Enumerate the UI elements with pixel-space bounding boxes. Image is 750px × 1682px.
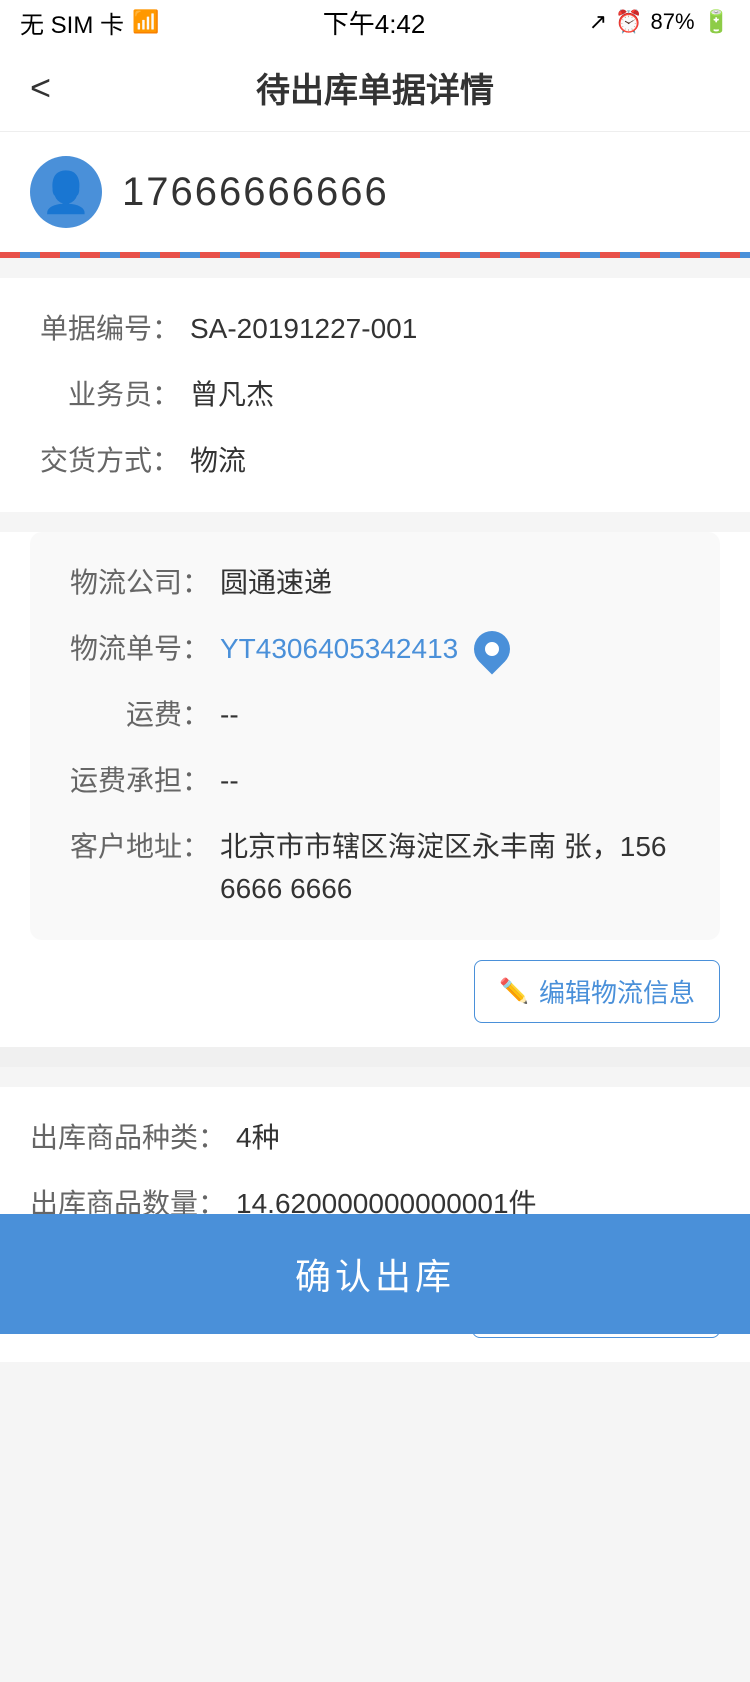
location-status-icon: ↗: [589, 9, 607, 35]
freight-label: 运费：: [60, 694, 220, 736]
tracking-number-row: 物流单号： YT43064053424​13: [60, 628, 690, 670]
logistics-company-row: 物流公司： 圆通速递: [60, 562, 690, 604]
user-phone: 17666666666: [122, 170, 389, 215]
order-number-row: 单据编号： SA-20191227-001: [30, 308, 720, 350]
carrier-label: 无 SIM 卡: [20, 5, 124, 40]
sales-person-value: 曾凡杰: [190, 374, 720, 416]
address-row: 客户地址： 北京市市辖区海淀区永丰南 张，156 6666 6666: [60, 826, 690, 910]
user-header: 👤 17666666666: [0, 132, 750, 252]
status-bar: 无 SIM 卡 📶 下午4:42 ↗ ⏰ 87% 🔋: [0, 0, 750, 44]
address-value: 北京市市辖区海淀区永丰南 张，156 6666 6666: [220, 826, 690, 910]
confirm-outbound-label: 确认出库: [295, 1248, 455, 1300]
battery-label: 87%: [651, 9, 695, 35]
avatar: 👤: [30, 156, 102, 228]
delivery-method-row: 交货方式： 物流: [30, 440, 720, 482]
tracking-number-value-container: YT43064053424​13: [220, 628, 690, 670]
product-types-row: 出库商品种类： 4种: [30, 1117, 720, 1159]
tracking-number-label: 物流单号：: [60, 628, 220, 670]
freight-bearer-value: --: [220, 760, 690, 802]
delivery-method-value: 物流: [190, 440, 720, 482]
delivery-method-label: 交货方式：: [30, 440, 190, 482]
back-button[interactable]: <: [30, 67, 51, 109]
status-right: ↗ ⏰ 87% 🔋: [589, 9, 730, 35]
logistics-company-label: 物流公司：: [60, 562, 220, 604]
product-types-value: 4种: [236, 1117, 720, 1159]
freight-row: 运费： --: [60, 694, 690, 736]
user-icon: 👤: [41, 169, 91, 216]
edit-logistics-label: 编辑物流信息: [539, 973, 695, 1010]
freight-value: --: [220, 694, 690, 736]
freight-bearer-row: 运费承担： --: [60, 760, 690, 802]
edit-logistics-btn-row: ✏️ 编辑物流信息: [0, 940, 750, 1047]
location-icon[interactable]: [467, 624, 518, 675]
sales-person-label: 业务员：: [30, 374, 190, 416]
time-label: 下午4:42: [323, 4, 426, 41]
tracking-number-value: YT43064053424​13: [220, 628, 458, 670]
nav-bar: < 待出库单据详情: [0, 44, 750, 132]
logistics-card: 物流公司： 圆通速递 物流单号： YT43064053424​13 运费： --…: [30, 532, 720, 940]
alarm-icon: ⏰: [615, 9, 642, 35]
product-types-label: 出库商品种类：: [30, 1117, 236, 1159]
order-number-value: SA-20191227-001: [190, 308, 720, 350]
freight-bearer-label: 运费承担：: [60, 760, 220, 802]
section-separator: [0, 1047, 750, 1067]
wifi-icon: 📶: [132, 9, 159, 35]
address-label: 客户地址：: [60, 826, 220, 868]
status-left: 无 SIM 卡 📶: [20, 5, 159, 40]
empty-area: [0, 1362, 750, 1562]
dashed-divider: [0, 252, 750, 258]
confirm-outbound-button[interactable]: 确认出库: [0, 1214, 750, 1334]
edit-logistics-button[interactable]: ✏️ 编辑物流信息: [474, 960, 720, 1023]
logistics-company-value: 圆通速递: [220, 562, 690, 604]
bottom-spacer: [0, 1562, 750, 1682]
logistics-outer: 物流公司： 圆通速递 物流单号： YT43064053424​13 运费： --…: [0, 532, 750, 940]
order-info-section: 单据编号： SA-20191227-001 业务员： 曾凡杰 交货方式： 物流: [0, 278, 750, 512]
sales-person-row: 业务员： 曾凡杰: [30, 374, 720, 416]
order-number-label: 单据编号：: [30, 308, 190, 350]
page-title: 待出库单据详情: [256, 63, 494, 112]
battery-icon: 🔋: [703, 9, 730, 35]
edit-icon: ✏️: [499, 977, 529, 1006]
